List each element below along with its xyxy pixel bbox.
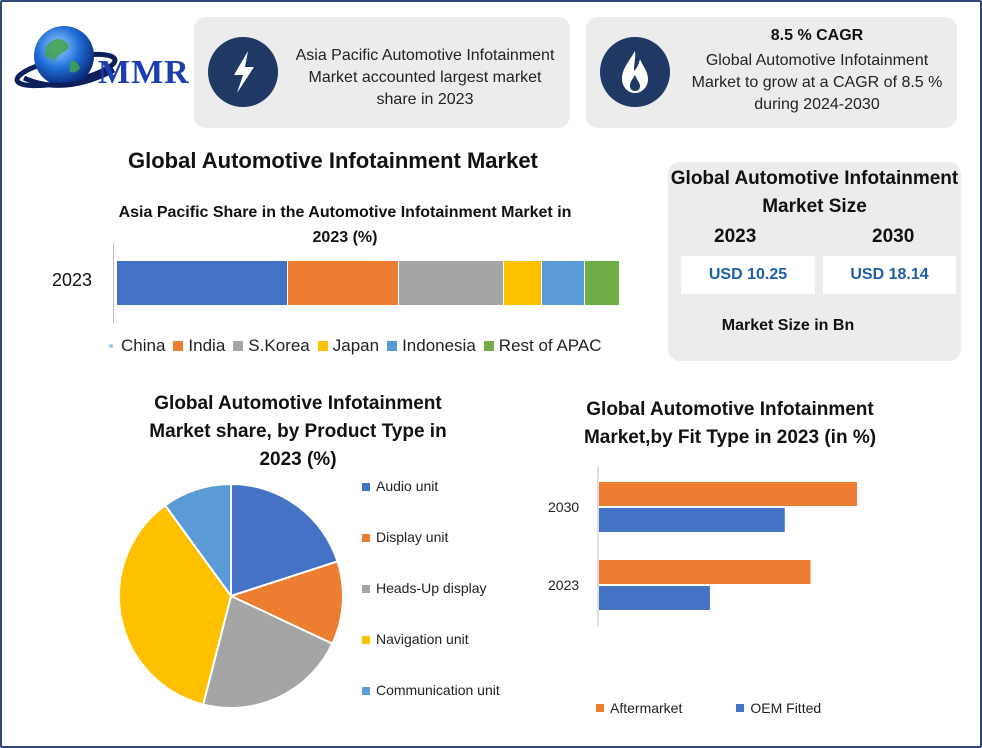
legend-label: Japan bbox=[332, 336, 380, 355]
legend-label: Heads-Up display bbox=[376, 580, 487, 596]
legend-label: Rest of APAC bbox=[498, 336, 602, 355]
fit-legend-item-aftermarket: Aftermarket bbox=[596, 700, 682, 716]
legend-label: Audio unit bbox=[376, 478, 439, 494]
legend-label: Navigation unit bbox=[376, 631, 469, 647]
legend-swatch bbox=[362, 585, 370, 593]
legend-swatch bbox=[317, 341, 328, 351]
fit-bar-2030-aftermarket bbox=[599, 482, 857, 506]
card2-badge bbox=[600, 37, 670, 107]
apac-chart-legend: China India S.Korea Japan Indonesia Rest of A… bbox=[105, 336, 609, 356]
market-size-year-2030: 2030 bbox=[872, 226, 915, 247]
market-size-unit: Market Size in Bn bbox=[721, 317, 855, 334]
apac-share-card: Asia Pacific Automotive Infotainment Mar… bbox=[194, 17, 570, 128]
legend-label: China bbox=[121, 336, 166, 355]
legend-label: India bbox=[188, 336, 226, 355]
fit-category-label-2030: 2030 bbox=[548, 499, 579, 515]
apac-legend-item-indonesia: Indonesia bbox=[387, 336, 476, 356]
legend-swatch bbox=[596, 704, 604, 712]
apac-legend-item-japan: Japan bbox=[317, 336, 380, 356]
pie-legend-item-audio-unit: Audio unit bbox=[362, 478, 500, 529]
pie-legend-item-display-unit: Display unit bbox=[362, 529, 500, 580]
apac-bar-segment-japan bbox=[504, 261, 543, 305]
apac-legend-item-rest-of-apac: Rest of APAC bbox=[483, 336, 602, 356]
fit-bar-2023-aftermarket bbox=[599, 560, 811, 584]
legend-swatch bbox=[362, 636, 370, 644]
card1-badge bbox=[208, 37, 278, 107]
cagr-text: Global Automotive Infotainment Market to… bbox=[691, 52, 943, 113]
apac-bar-segment-indonesia bbox=[542, 261, 585, 305]
pie-chart-legend: Audio unit Display unit Heads-Up display Na… bbox=[362, 478, 500, 733]
pie-legend-item-heads-up-display: Heads-Up display bbox=[362, 580, 500, 631]
product-type-pie-chart bbox=[118, 482, 344, 709]
cagr-title: 8.5 % CAGR bbox=[770, 27, 864, 44]
apac-chart-category-label: 2023 bbox=[52, 270, 93, 290]
legend-label: S.Korea bbox=[248, 336, 310, 355]
legend-label: Display unit bbox=[376, 529, 449, 545]
legend-swatch bbox=[233, 341, 244, 351]
legend-swatch bbox=[362, 687, 370, 695]
legend-swatch bbox=[387, 341, 398, 351]
pie-legend-item-navigation-unit: Navigation unit bbox=[362, 631, 500, 682]
legend-label: OEM Fitted bbox=[750, 700, 822, 716]
market-size-value-2023: USD 10.25 bbox=[681, 256, 815, 294]
market-size-value-2030: USD 18.14 bbox=[823, 256, 956, 294]
mmr-logo: MMR bbox=[14, 20, 199, 100]
fit-legend-item-oem-fitted: OEM Fitted bbox=[736, 700, 821, 716]
legend-swatch bbox=[362, 483, 370, 491]
apac-legend-item-india: India bbox=[173, 336, 225, 356]
apac-bar-segment-rest-of-apac bbox=[584, 261, 620, 305]
legend-swatch bbox=[173, 341, 184, 351]
legend-swatch bbox=[736, 704, 745, 712]
fit-chart-legend: Aftermarket OEM Fitted bbox=[596, 700, 875, 716]
fit-category-label-2023: 2023 bbox=[548, 577, 579, 593]
legend-swatch bbox=[483, 341, 494, 351]
apac-stacked-bar bbox=[117, 261, 620, 305]
apac-chart-title: Asia Pacific Share in the Automotive Inf… bbox=[118, 204, 572, 246]
legend-label: Aftermarket bbox=[610, 700, 683, 716]
legend-label: Indonesia bbox=[402, 336, 476, 355]
fit-bar-2023-oem-fitted bbox=[599, 586, 710, 610]
apac-legend-item-s-korea: S.Korea bbox=[233, 336, 310, 356]
market-size-title: Global Automotive Infotainment Market Si… bbox=[670, 168, 959, 217]
fit-bar-2030-oem-fitted bbox=[599, 508, 785, 532]
pie-chart-title: Global Automotive Infotainment Market sh… bbox=[149, 393, 447, 470]
apac-legend-item-china: China bbox=[105, 336, 165, 356]
legend-label: Communication unit bbox=[376, 682, 500, 698]
apac-bar-segment-s-korea bbox=[398, 261, 505, 305]
fit-type-bar-chart: 2030 2023 bbox=[548, 466, 857, 626]
legend-swatch bbox=[109, 344, 113, 348]
lightning-bolt-icon bbox=[234, 51, 254, 93]
apac-bar-segment-china bbox=[117, 261, 289, 305]
apac-chart-axis bbox=[113, 243, 114, 323]
flame-icon bbox=[622, 51, 648, 93]
legend-swatch bbox=[362, 534, 370, 542]
market-size-card: Global Automotive Infotainment Market Si… bbox=[668, 162, 961, 361]
market-size-year-2023: 2023 bbox=[714, 226, 757, 247]
pie-legend-item-communication-unit: Communication unit bbox=[362, 682, 500, 733]
card1-text: Asia Pacific Automotive Infotainment Mar… bbox=[295, 47, 555, 108]
cagr-card: 8.5 % CAGR Global Automotive Infotainmen… bbox=[586, 17, 957, 128]
fit-chart-title: Global Automotive Infotainment Market,by… bbox=[583, 399, 877, 448]
page-title: Global Automotive Infotainment Market bbox=[128, 148, 538, 173]
apac-bar-segment-india bbox=[288, 261, 399, 305]
logo-text: MMR bbox=[98, 54, 190, 91]
